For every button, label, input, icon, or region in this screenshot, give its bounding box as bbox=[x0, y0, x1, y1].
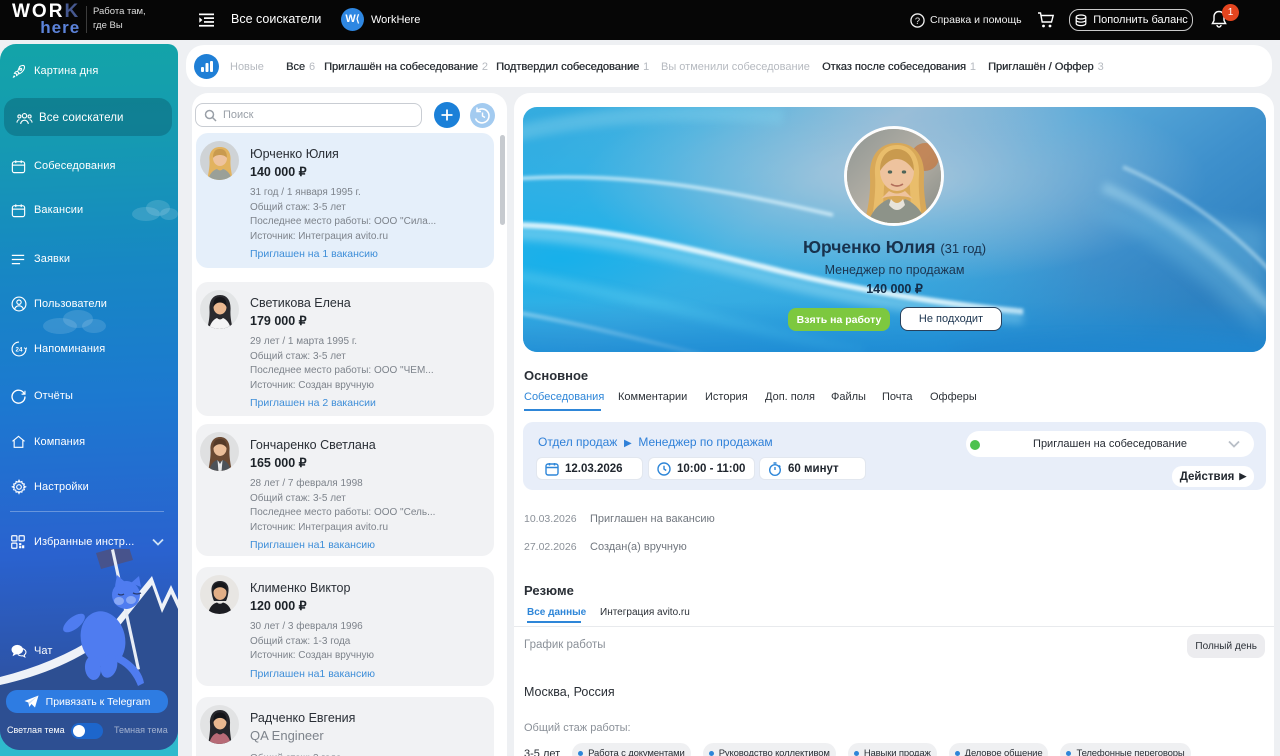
svg-text:24: 24 bbox=[15, 347, 23, 354]
svg-text:?: ? bbox=[915, 15, 920, 25]
